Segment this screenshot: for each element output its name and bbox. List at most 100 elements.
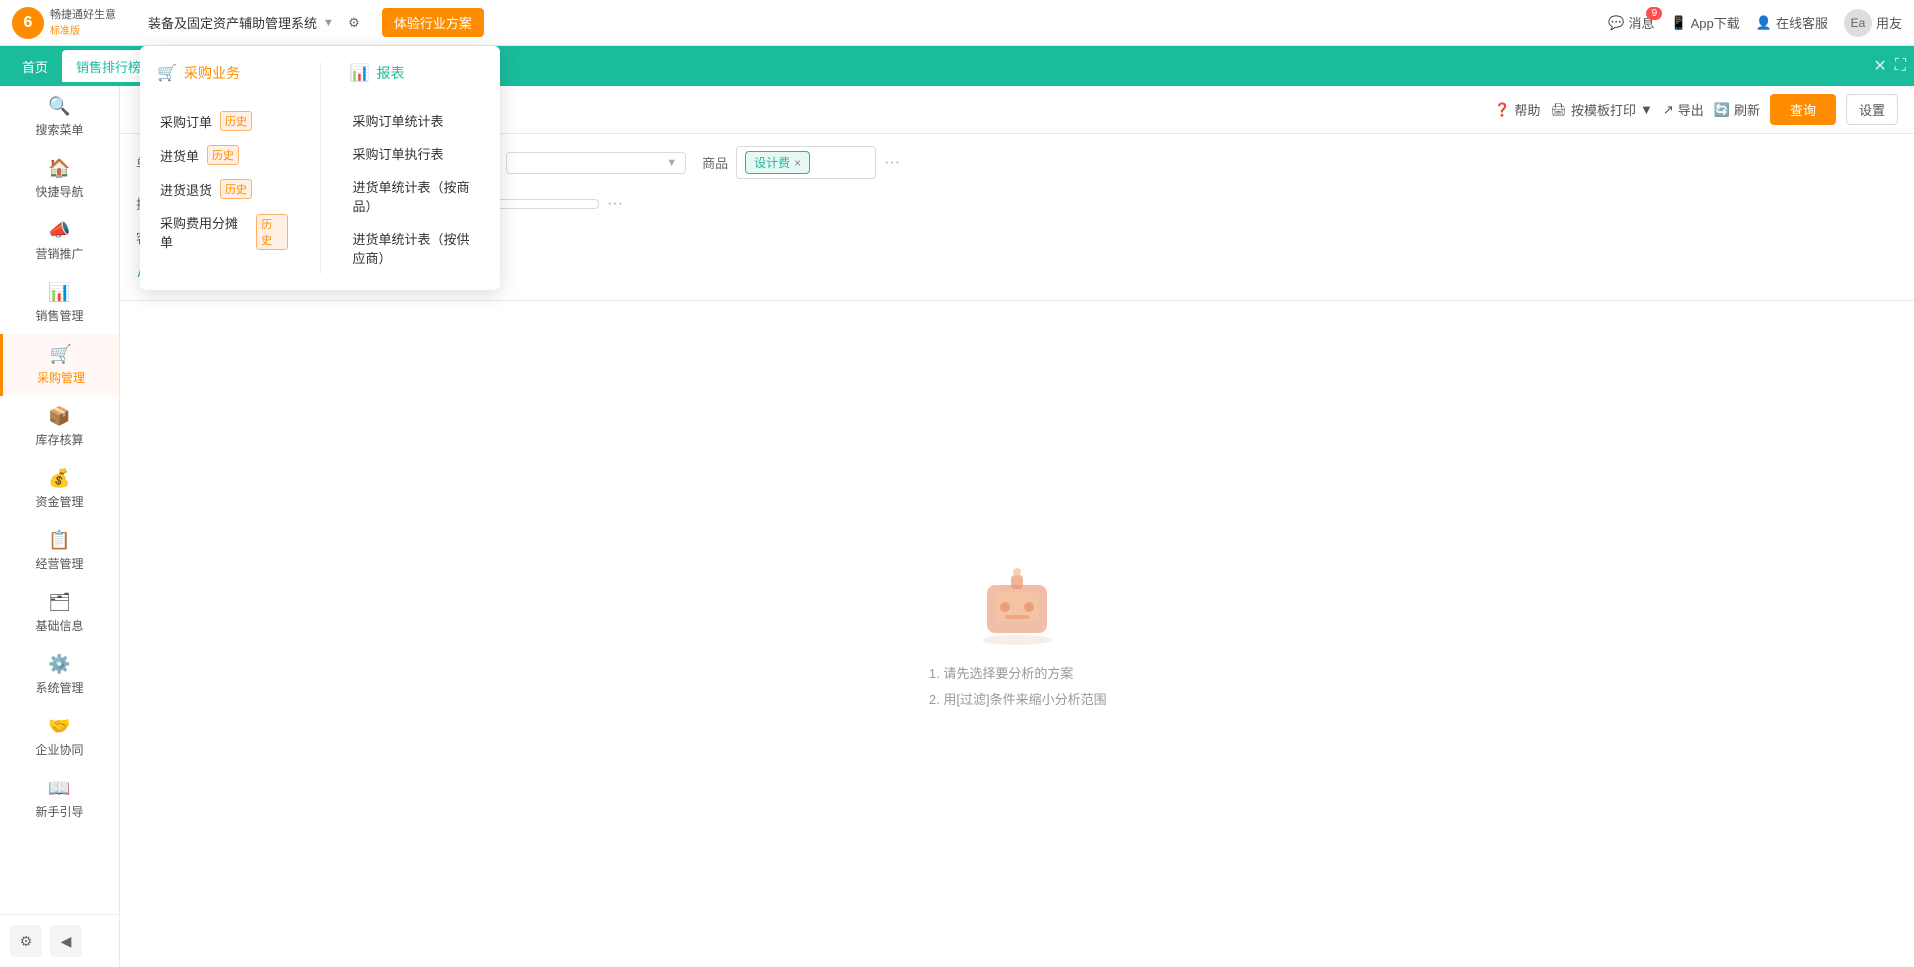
sidebar-item-operation[interactable]: 📋 经营管理 <box>0 520 119 582</box>
dropdown-inbound-stat-goods[interactable]: 进货单统计表（按商品） <box>349 170 485 222</box>
sidebar-collapse-button[interactable]: ◀ <box>50 925 82 957</box>
app-icon: 📱 <box>1670 15 1686 31</box>
goods-tag-label: 设计费 <box>754 154 790 171</box>
dropdown-return[interactable]: 进货退货 历史 <box>156 172 292 206</box>
user-area[interactable]: Ea 用友 <box>1844 9 1902 37</box>
sidebar-item-system[interactable]: ⚙️ 系统管理 <box>0 644 119 706</box>
sidebar-settings-button[interactable]: ⚙ <box>10 925 42 957</box>
goods-more-dots[interactable]: ··· <box>884 154 900 172</box>
empty-tip-2: 用[过滤]条件来缩小分析范围 <box>943 687 1106 713</box>
dropdown-inbound[interactable]: 进货单 历史 <box>156 138 292 172</box>
expense-history-tag: 历史 <box>256 214 287 250</box>
print-button[interactable]: 🖨 按模板打印 ▼ <box>1550 100 1652 119</box>
purchase-order-stat-label: 采购订单统计表 <box>353 111 444 130</box>
export-icon: ↗ <box>1663 102 1674 118</box>
print-label: 按模板打印 <box>1571 100 1636 119</box>
industry-button[interactable]: 体验行业方案 <box>382 8 484 37</box>
return-history-tag: 历史 <box>220 179 252 199</box>
refresh-label: 刷新 <box>1734 100 1760 119</box>
refresh-icon: 🔄 <box>1714 102 1730 118</box>
dropdown-purchase-order-stat[interactable]: 采购订单统计表 <box>349 104 485 137</box>
help-button[interactable]: ❓ 帮助 <box>1494 100 1540 119</box>
sidebar-item-guide[interactable]: 📖 新手引导 <box>0 768 119 830</box>
refresh-button[interactable]: 🔄 刷新 <box>1714 100 1760 119</box>
bill-status-select[interactable]: ▼ <box>506 152 686 174</box>
print-arrow: ▼ <box>1640 102 1653 117</box>
sidebar-item-guide-label: 新手引导 <box>35 803 83 820</box>
dropdown-purchase-order-exec[interactable]: 采购订单执行表 <box>349 137 485 170</box>
header-right: 💬 消息 9 📱 App下载 👤 在线客服 Ea 用友 <box>1608 9 1902 37</box>
toolbar-right: ❓ 帮助 🖨 按模板打印 ▼ ↗ 导出 🔄 刷新 查询 设置 <box>1494 94 1898 125</box>
tabs-bar-right: ✕ ⛶ <box>1873 56 1906 76</box>
service-icon: 👤 <box>1756 15 1772 31</box>
purchase-order-history-tag: 历史 <box>220 111 252 131</box>
tab-home[interactable]: 首页 <box>8 50 62 82</box>
goods-input[interactable]: 设计费 × <box>736 146 876 179</box>
app-label: App下载 <box>1691 13 1740 32</box>
return-label: 进货退货 <box>160 180 212 199</box>
dropdown-divider <box>320 86 321 274</box>
report-col: 📊 报表 采购订单统计表 采购订单执行表 进货单统计表（按商品） 进货单统计表（… <box>349 86 485 274</box>
user-label: 用友 <box>1876 13 1902 32</box>
sidebar-item-search[interactable]: 🔍 搜索菜单 <box>0 86 119 148</box>
inbound-stat-supplier-label: 进货单统计表（按供应商） <box>353 229 481 267</box>
sidebar-item-operation-label: 经营管理 <box>35 555 83 572</box>
sales-icon: 📊 <box>48 282 70 303</box>
sidebar-item-cooperation[interactable]: 🤝 企业协同 <box>0 706 119 768</box>
cooperation-icon: 🤝 <box>48 716 70 737</box>
sidebar-item-sales[interactable]: 📊 销售管理 <box>0 272 119 334</box>
query-button[interactable]: 查询 <box>1770 94 1836 125</box>
print-icon: 🖨 <box>1550 102 1567 118</box>
dropdown-purchase-order[interactable]: 采购订单 历史 <box>156 104 292 138</box>
dropdown-expense[interactable]: 采购费用分摊单 历史 <box>156 206 292 258</box>
goods-label: 商品 <box>702 153 728 172</box>
inbound-stat-goods-label: 进货单统计表（按商品） <box>353 177 481 215</box>
message-button[interactable]: 💬 消息 9 <box>1608 13 1654 32</box>
sidebar-item-inventory[interactable]: 📦 库存核算 <box>0 396 119 458</box>
bill-status-arrow: ▼ <box>666 157 677 169</box>
empty-svg <box>967 555 1067 645</box>
sys-settings-button[interactable]: ⚙ <box>340 9 368 37</box>
settings-small-button[interactable]: 设置 <box>1846 94 1898 125</box>
sidebar-item-purchase[interactable]: 🛒 采购管理 <box>0 334 119 396</box>
sidebar: 🔍 搜索菜单 🏠 快捷导航 📣 营销推广 📊 销售管理 🛒 采购管理 📦 库存核… <box>0 86 120 967</box>
finance-icon: 💰 <box>48 468 70 489</box>
tab-maximize-icon[interactable]: ⛶ <box>1895 57 1906 75</box>
sidebar-item-finance[interactable]: 💰 资金管理 <box>0 458 119 520</box>
export-button[interactable]: ↗ 导出 <box>1663 100 1704 119</box>
online-service-button[interactable]: 👤 在线客服 <box>1756 13 1828 32</box>
empty-tip-1: 请先选择要分析的方案 <box>943 661 1106 687</box>
dropdown-inbound-stat-supplier[interactable]: 进货单统计表（按供应商） <box>349 222 485 274</box>
operation-icon: 📋 <box>48 530 70 551</box>
message-icon: 💬 <box>1608 15 1624 31</box>
sidebar-item-cooperation-label: 企业协同 <box>35 741 83 758</box>
empty-tips: 请先选择要分析的方案 用[过滤]条件来缩小分析范围 <box>927 661 1106 713</box>
purchase-order-exec-label: 采购订单执行表 <box>353 144 444 163</box>
main-layout: 🔍 搜索菜单 🏠 快捷导航 📣 营销推广 📊 销售管理 🛒 采购管理 📦 库存核… <box>0 86 1914 967</box>
message-badge: 9 <box>1646 7 1662 20</box>
inbound-label: 进货单 <box>160 146 199 165</box>
system-icon: ⚙️ <box>48 654 70 675</box>
filter-goods: 商品 设计费 × ··· <box>702 146 900 179</box>
sidebar-item-search-label: 搜索菜单 <box>35 121 83 138</box>
salesman-more-dots[interactable]: ··· <box>607 195 623 213</box>
purchase-order-label: 采购订单 <box>160 112 212 131</box>
purchase-icon: 🛒 <box>50 344 72 365</box>
logo-icon: 6 <box>12 7 44 39</box>
sidebar-item-basic[interactable]: 🗂 基础信息 <box>0 582 119 644</box>
export-label: 导出 <box>1678 100 1704 119</box>
guide-icon: 📖 <box>48 778 70 799</box>
app-download-button[interactable]: 📱 App下载 <box>1670 13 1739 32</box>
tab-close-window-icon[interactable]: ✕ <box>1873 56 1886 76</box>
sidebar-item-quick-nav[interactable]: 🏠 快捷导航 <box>0 148 119 210</box>
tab-home-label: 首页 <box>22 57 48 76</box>
sidebar-item-finance-label: 资金管理 <box>35 493 83 510</box>
goods-tag-close[interactable]: × <box>794 156 801 170</box>
logo-sub: 标准版 <box>50 22 116 37</box>
sidebar-item-marketing[interactable]: 📣 营销推广 <box>0 210 119 272</box>
goods-tag: 设计费 × <box>745 151 810 174</box>
sys-title-arrow[interactable]: ▼ <box>323 17 334 29</box>
expense-label: 采购费用分摊单 <box>160 213 248 251</box>
sidebar-item-quicknav-label: 快捷导航 <box>35 183 83 200</box>
home-icon: 🏠 <box>48 158 70 179</box>
